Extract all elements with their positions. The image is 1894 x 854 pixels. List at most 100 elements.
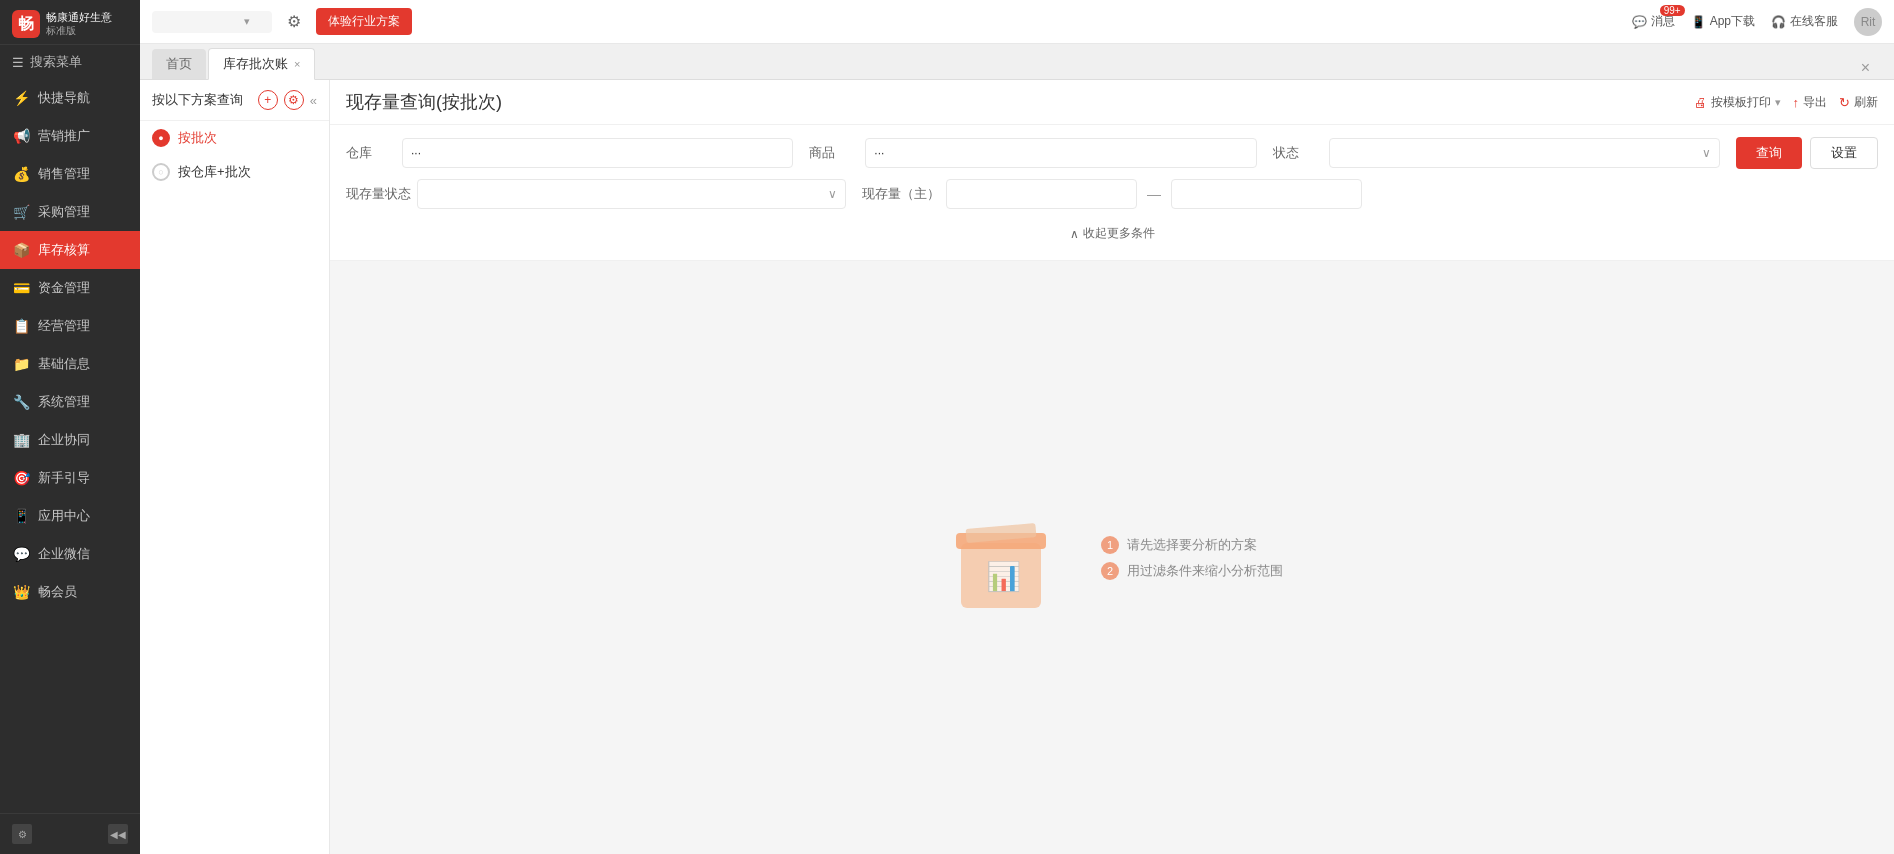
stock-amount-min-input[interactable] — [946, 179, 1137, 209]
app-title-block: 畅康通好生意 标准版 — [46, 10, 112, 38]
print-label: 按模板打印 — [1711, 94, 1771, 111]
status-chevron-icon: ∨ — [1702, 146, 1711, 160]
sidebar: 畅 畅康通好生意 标准版 ☰ 搜索菜单 ⚡ 快捷导航 📢 营销推广 💰 销售管理… — [0, 0, 140, 854]
product-filter: 商品 ··· — [809, 138, 1256, 168]
topbar: ▾ ⚙ 体验行业方案 💬 消息 99+ 📱 App下载 🎧 在线客服 — [140, 0, 1894, 44]
scheme-settings-btn[interactable]: ⚙ — [284, 90, 304, 110]
user-avatar-btn[interactable]: Rit — [1854, 8, 1882, 36]
add-icon: + — [264, 93, 271, 107]
scheme-item-by-warehouse-batch[interactable]: ○ 按仓库+批次 — [140, 155, 329, 189]
collapse-icon: « — [310, 93, 317, 108]
online-service-btn[interactable]: 🎧 在线客服 — [1771, 13, 1838, 30]
sidebar-item-newbie[interactable]: 🎯 新手引导 — [0, 459, 140, 497]
status-select[interactable]: ∨ — [1329, 138, 1720, 168]
sidebar-item-apps[interactable]: 📱 应用中心 — [0, 497, 140, 535]
sidebar-item-label: 畅会员 — [38, 583, 77, 601]
avatar: Rit — [1854, 8, 1882, 36]
empty-hint-1: 1 请先选择要分析的方案 — [1101, 536, 1283, 554]
stock-amount-max-input[interactable] — [1171, 179, 1362, 209]
finance-icon: 💳 — [12, 279, 30, 297]
page-title: 现存量查询(按批次) — [346, 90, 502, 114]
print-btn[interactable]: 🖨 按模板打印 ▾ — [1694, 94, 1781, 111]
topbar-gear-btn[interactable]: ⚙ — [280, 8, 308, 36]
print-chevron-icon: ▾ — [1775, 96, 1781, 109]
settings-btn[interactable]: 设置 — [1810, 137, 1878, 169]
content-area: 按以下方案查询 + ⚙ « ● 按批次 ○ — [140, 80, 1894, 854]
sidebar-search-menu[interactable]: ☰ 搜索菜单 — [0, 45, 140, 79]
sidebar-item-label: 采购管理 — [38, 203, 90, 221]
product-input[interactable]: ··· — [865, 138, 1256, 168]
add-scheme-btn[interactable]: + — [258, 90, 278, 110]
scheme-query-label: 按以下方案查询 — [152, 91, 243, 109]
sidebar-item-wechat[interactable]: 💬 企业微信 — [0, 535, 140, 573]
hint-text-2: 用过滤条件来缩小分析范围 — [1127, 562, 1283, 580]
warehouse-input[interactable]: ··· — [402, 138, 793, 168]
query-actions: 查询 设置 — [1736, 137, 1878, 169]
export-btn[interactable]: ↑ 导出 — [1793, 94, 1828, 111]
sidebar-item-basics[interactable]: 📁 基础信息 — [0, 345, 140, 383]
apps-icon: 📱 — [12, 507, 30, 525]
sidebar-item-inventory[interactable]: 📦 库存核算 — [0, 231, 140, 269]
system-icon: 🔧 — [12, 393, 30, 411]
empty-svg: 📊 — [941, 508, 1061, 618]
by-batch-label: 按批次 — [178, 129, 217, 147]
scheme-item-by-batch[interactable]: ● 按批次 — [140, 121, 329, 155]
app-download-btn[interactable]: 📱 App下载 — [1691, 13, 1755, 30]
topbar-search-input[interactable] — [160, 15, 240, 29]
status-label: 状态 — [1273, 144, 1323, 162]
sidebar-item-operations[interactable]: 📋 经营管理 — [0, 307, 140, 345]
sidebar-item-finance[interactable]: 💳 资金管理 — [0, 269, 140, 307]
stock-status-chevron-icon: ∨ — [828, 187, 837, 201]
tab-home-label: 首页 — [166, 55, 192, 73]
app-title: 畅康通好生意 — [46, 10, 112, 24]
tab-close-icon[interactable]: × — [294, 58, 300, 70]
sidebar-item-enterprise[interactable]: 🏢 企业协同 — [0, 421, 140, 459]
stock-amount-label: 现存量（主） — [862, 185, 940, 203]
sidebar-item-label: 企业协同 — [38, 431, 90, 449]
by-warehouse-icon: ○ — [152, 163, 170, 181]
tabbar-wrapper: 首页 库存批次账 × × — [152, 48, 1882, 79]
collapse-more-btn[interactable]: ∧ 收起更多条件 — [346, 219, 1878, 248]
sidebar-item-label: 营销推广 — [38, 127, 90, 145]
filter-row-1: 仓库 ··· 商品 ··· 状态 — [346, 137, 1878, 169]
topbar-left: ▾ ⚙ 体验行业方案 — [152, 8, 1624, 36]
wechat-icon: 💬 — [12, 545, 30, 563]
sidebar-item-purchase[interactable]: 🛒 采购管理 — [0, 193, 140, 231]
messages-badge: 99+ — [1660, 5, 1685, 16]
query-btn[interactable]: 查询 — [1736, 137, 1802, 169]
tab-inventory-batch[interactable]: 库存批次账 × — [208, 48, 315, 80]
settings-footer-btn[interactable]: ⚙ — [12, 824, 32, 844]
experience-btn[interactable]: 体验行业方案 — [316, 8, 412, 35]
sidebar-item-label: 应用中心 — [38, 507, 90, 525]
stock-status-select[interactable]: ∨ — [417, 179, 846, 209]
topbar-search-box[interactable]: ▾ — [152, 11, 272, 33]
sidebar-item-system[interactable]: 🔧 系统管理 — [0, 383, 140, 421]
sidebar-item-sales[interactable]: 💰 销售管理 — [0, 155, 140, 193]
sidebar-menu: ⚡ 快捷导航 📢 营销推广 💰 销售管理 🛒 采购管理 📦 库存核算 💳 资金管… — [0, 79, 140, 813]
phone-icon: 📱 — [1691, 15, 1706, 29]
collapse-sidebar-btn[interactable]: ◀◀ — [108, 824, 128, 844]
tab-home[interactable]: 首页 — [152, 49, 206, 79]
warehouse-filter: 仓库 ··· — [346, 138, 793, 168]
product-dots: ··· — [874, 146, 884, 160]
product-label: 商品 — [809, 144, 859, 162]
sidebar-item-marketing[interactable]: 📢 营销推广 — [0, 117, 140, 155]
stock-amount-filter: 现存量（主） — — [862, 179, 1362, 209]
messages-btn[interactable]: 💬 消息 99+ — [1632, 13, 1675, 30]
online-service-label: 在线客服 — [1790, 13, 1838, 30]
collapse-panel-btn[interactable]: « — [310, 93, 317, 108]
collapse-label: 收起更多条件 — [1083, 225, 1155, 242]
sidebar-item-member[interactable]: 👑 畅会员 — [0, 573, 140, 611]
sidebar-item-label: 快捷导航 — [38, 89, 90, 107]
tab-area-close-btn[interactable]: × — [1861, 58, 1870, 76]
left-panel-header: 按以下方案查询 + ⚙ « — [140, 80, 329, 121]
by-batch-icon: ● — [152, 129, 170, 147]
refresh-btn[interactable]: ↻ 刷新 — [1839, 94, 1878, 111]
empty-illustration: 📊 — [941, 508, 1061, 608]
empty-hints: 1 请先选择要分析的方案 2 用过滤条件来缩小分析范围 — [1101, 536, 1283, 580]
sidebar-header: 畅 畅康通好生意 标准版 — [0, 0, 140, 45]
sidebar-item-label: 企业微信 — [38, 545, 90, 563]
empty-hint-2: 2 用过滤条件来缩小分析范围 — [1101, 562, 1283, 580]
sidebar-item-quick-nav[interactable]: ⚡ 快捷导航 — [0, 79, 140, 117]
menu-icon: ☰ — [12, 55, 24, 70]
